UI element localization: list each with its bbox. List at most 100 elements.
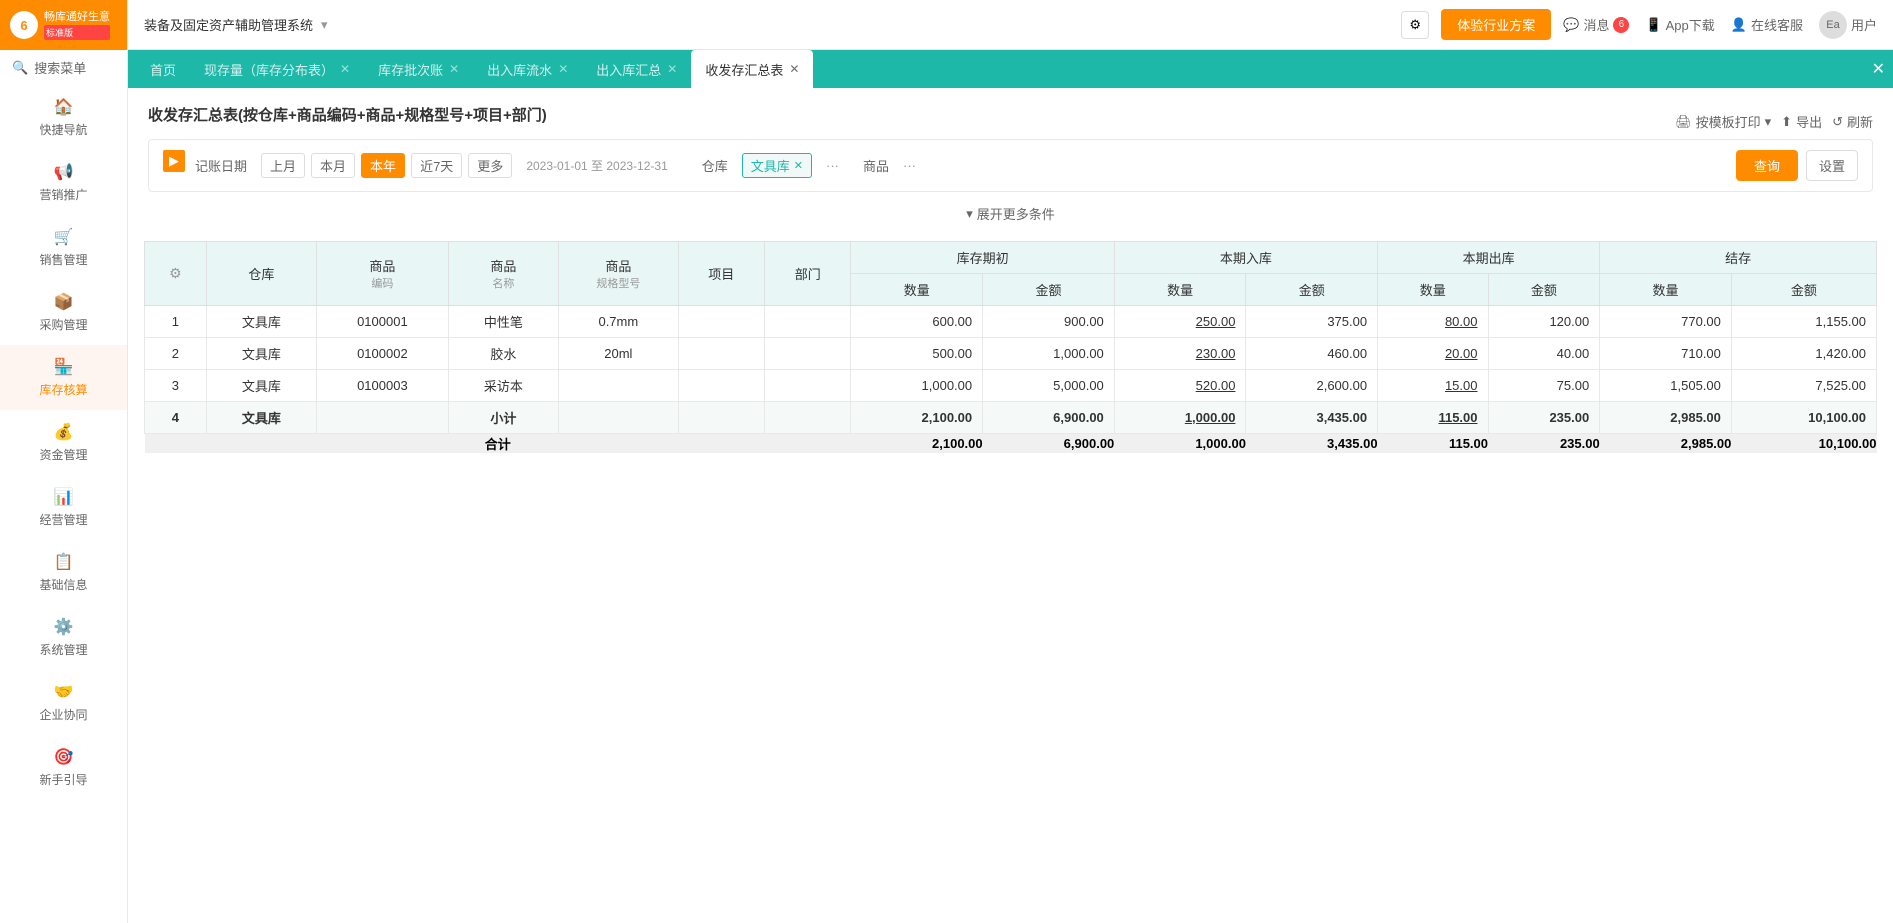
finance-icon: 💰: [54, 422, 74, 442]
tab-receive-summary[interactable]: 收发存汇总表 ✕: [691, 50, 813, 88]
tab-in-out-summary-close[interactable]: ✕: [667, 62, 677, 76]
online-service-btn[interactable]: 👤 在线客服: [1731, 15, 1803, 34]
col-project-header: 项目: [678, 242, 764, 306]
date-btn-this-month[interactable]: 本月: [311, 153, 355, 178]
sidebar-item-label: 采购管理: [39, 316, 87, 333]
data-table-wrapper: ⚙ 仓库 商品编码 商品名称 商品规格型号 项目 部门 库存期初 本期入库 本期…: [128, 241, 1893, 469]
row-project: [678, 370, 764, 402]
row-product-code: 0100001: [317, 306, 449, 338]
row-opening-qty: 2,100.00: [851, 402, 983, 434]
sidebar-item-label: 企业协同: [39, 706, 87, 723]
footer-out-qty: 115.00: [1378, 434, 1488, 454]
sidebar-item-guide[interactable]: 🎯 新手引导: [0, 735, 127, 800]
row-balance-qty: 1,505.00: [1600, 370, 1732, 402]
sidebar-item-finance[interactable]: 💰 资金管理: [0, 410, 127, 475]
sidebar-item-operation[interactable]: 📊 经营管理: [0, 475, 127, 540]
tab-batch-ledger-label: 库存批次账: [378, 60, 443, 79]
sidebar-item-purchase[interactable]: 📦 采购管理: [0, 280, 127, 345]
sidebar-item-label: 快捷导航: [39, 121, 87, 138]
export-label: 导出: [1796, 112, 1822, 131]
header-actions: 🖨 按模板打印 ▾ ⬆ 导出 ↺ 刷新: [1675, 112, 1873, 131]
tab-home[interactable]: 首页: [136, 50, 190, 88]
date-filter-label: 记账日期: [195, 156, 247, 175]
product-dots[interactable]: ···: [903, 158, 916, 173]
date-btn-last-month[interactable]: 上月: [261, 153, 305, 178]
warehouse-tag-close[interactable]: ✕: [794, 159, 803, 172]
sidebar-item-system[interactable]: ⚙️ 系统管理: [0, 605, 127, 670]
tab-stock-dist-close[interactable]: ✕: [340, 62, 350, 76]
query-btn[interactable]: 查询: [1736, 150, 1798, 181]
close-all-tabs[interactable]: ✕: [1872, 59, 1885, 79]
sidebar: 6 畅库通好生意 标准版 🔍 搜索菜单 🏠 快捷导航 📢 营销推广 🛒 销售管理…: [0, 0, 128, 923]
expand-label: 展开更多条件: [977, 204, 1055, 223]
date-btn-this-year[interactable]: 本年: [361, 153, 405, 178]
row-project: [678, 338, 764, 370]
tab-in-out-flow[interactable]: 出入库流水 ✕: [473, 50, 582, 88]
experience-btn[interactable]: 体验行业方案: [1441, 9, 1551, 40]
row-opening-qty: 600.00: [851, 306, 983, 338]
warehouse-dots[interactable]: ···: [826, 158, 839, 173]
app-download-btn[interactable]: 📱 App下载: [1645, 15, 1714, 34]
row-in-qty[interactable]: 520.00: [1114, 370, 1246, 402]
row-out-qty[interactable]: 15.00: [1378, 370, 1488, 402]
product-filter-label: 商品: [863, 156, 889, 175]
tab-bar: 首页 现存量（库存分布表） ✕ 库存批次账 ✕ 出入库流水 ✕ 出入库汇总 ✕ …: [128, 50, 1893, 88]
sidebar-nav: 🏠 快捷导航 📢 营销推广 🛒 销售管理 📦 采购管理 🏪 库存核算 💰 资金管…: [0, 85, 127, 923]
row-in-qty[interactable]: 250.00: [1114, 306, 1246, 338]
settings-button[interactable]: ⚙: [1401, 11, 1429, 39]
col-warehouse-header: 仓库: [206, 242, 316, 306]
sidebar-item-label: 系统管理: [39, 641, 87, 658]
col-opening-header: 库存期初: [851, 242, 1114, 274]
expand-row: ▾ 展开更多条件: [148, 198, 1873, 229]
row-spec: 20ml: [559, 338, 679, 370]
col-spec-header: 商品规格型号: [559, 242, 679, 306]
row-department: [765, 370, 851, 402]
col-balance-amt-header: 金额: [1731, 274, 1876, 306]
print-btn[interactable]: 🖨 按模板打印 ▾: [1675, 112, 1771, 131]
message-btn[interactable]: 💬 消息 6: [1563, 15, 1629, 34]
footer-label: 合计: [145, 434, 851, 454]
tab-stock-dist[interactable]: 现存量（库存分布表） ✕: [190, 50, 364, 88]
sidebar-item-enterprise[interactable]: 🤝 企业协同: [0, 670, 127, 735]
sidebar-item-sales[interactable]: 🛒 销售管理: [0, 215, 127, 280]
tab-receive-summary-close[interactable]: ✕: [789, 62, 799, 76]
print-dropdown-icon: ▾: [1765, 114, 1772, 130]
row-in-qty[interactable]: 230.00: [1114, 338, 1246, 370]
row-in-amt: 2,600.00: [1246, 370, 1378, 402]
filter-expand-btn[interactable]: ▶: [163, 150, 185, 172]
page-header: 收发存汇总表(按仓库+商品编码+商品+规格型号+项目+部门) 🖨 按模板打印 ▾…: [128, 88, 1893, 241]
online-service-label: 在线客服: [1751, 15, 1803, 34]
sidebar-item-base-info[interactable]: 📋 基础信息: [0, 540, 127, 605]
tab-in-out-summary[interactable]: 出入库汇总 ✕: [582, 50, 691, 88]
row-out-qty[interactable]: 80.00: [1378, 306, 1488, 338]
tab-batch-ledger[interactable]: 库存批次账 ✕: [364, 50, 473, 88]
row-product-name: 小计: [448, 402, 558, 434]
sidebar-item-marketing[interactable]: 📢 营销推广: [0, 150, 127, 215]
row-out-qty[interactable]: 20.00: [1378, 338, 1488, 370]
sidebar-search[interactable]: 🔍 搜索菜单: [0, 50, 127, 85]
filter-settings-btn[interactable]: 设置: [1806, 150, 1858, 181]
user-label: 用户: [1851, 15, 1877, 34]
main-area: 装备及固定资产辅助管理系统 ▾ ⚙ 体验行业方案 💬 消息 6 📱 App下载 …: [128, 0, 1893, 923]
row-spec: 0.7mm: [559, 306, 679, 338]
user-area[interactable]: Ea 用户: [1819, 11, 1877, 39]
sidebar-item-inventory[interactable]: 🏪 库存核算: [0, 345, 127, 410]
col-in-amt-header: 金额: [1246, 274, 1378, 306]
expand-icon: ▾: [966, 206, 973, 222]
row-balance-qty: 710.00: [1600, 338, 1732, 370]
row-no: 4: [145, 402, 207, 434]
export-icon: ⬆: [1781, 114, 1792, 130]
sidebar-item-quick-nav[interactable]: 🏠 快捷导航: [0, 85, 127, 150]
col-settings-icon[interactable]: ⚙: [169, 265, 182, 281]
date-btn-more[interactable]: 更多: [468, 153, 512, 178]
refresh-btn[interactable]: ↺ 刷新: [1832, 112, 1873, 131]
col-settings-header[interactable]: ⚙: [145, 242, 207, 306]
export-btn[interactable]: ⬆ 导出: [1781, 112, 1822, 131]
sidebar-item-label: 资金管理: [39, 446, 87, 463]
expand-more-btn[interactable]: ▾ 展开更多条件: [966, 204, 1055, 223]
tab-batch-ledger-close[interactable]: ✕: [449, 62, 459, 76]
tab-in-out-flow-close[interactable]: ✕: [558, 62, 568, 76]
footer-in-qty: 1,000.00: [1114, 434, 1246, 454]
col-in-header: 本期入库: [1114, 242, 1377, 274]
date-btn-7days[interactable]: 近7天: [411, 153, 462, 178]
